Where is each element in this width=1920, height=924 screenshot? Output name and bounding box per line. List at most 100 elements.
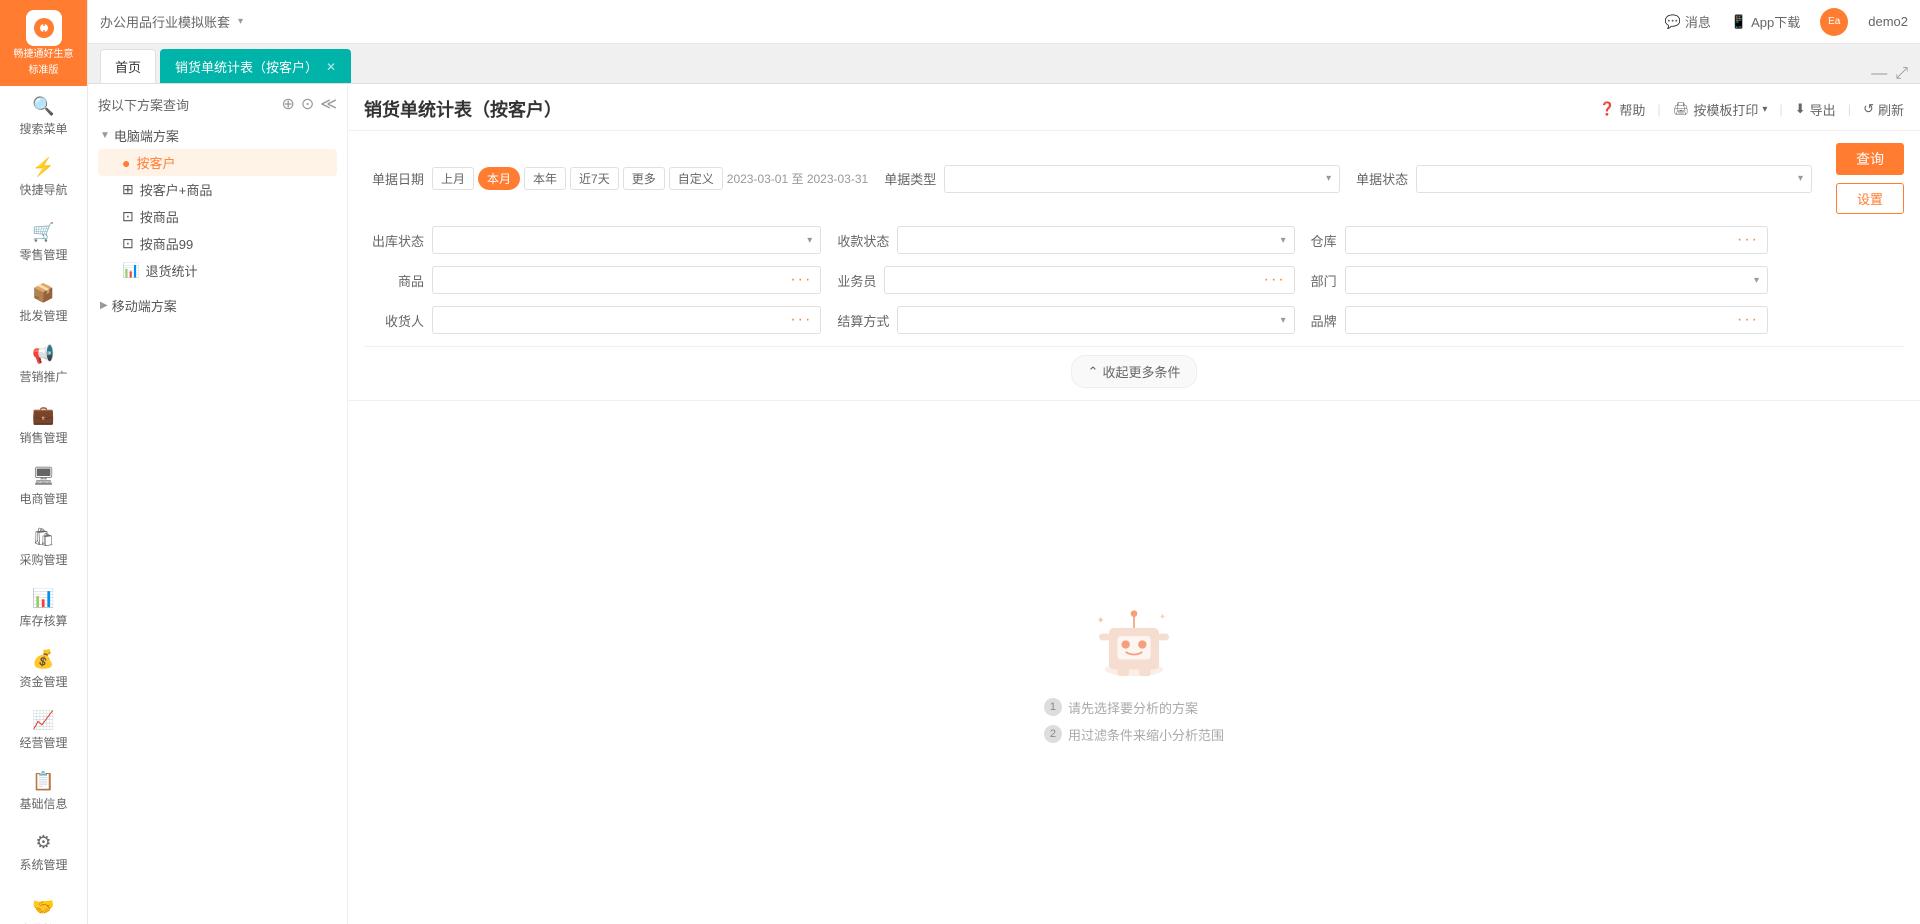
date-btn-last-month[interactable]: 上月 (432, 167, 474, 190)
tree-item-by-product[interactable]: ⊡ 按商品 (98, 203, 337, 230)
warehouse-dots: ··· (1737, 231, 1759, 249)
department-arrow: ▾ (1754, 275, 1759, 286)
left-panel-actions: ⊕ ⊙ ≪ (281, 94, 337, 114)
inventory-icon: 📊 (32, 588, 54, 609)
main-area: 办公用品行业模拟账套 ▾ 💬 消息 📱 App下载 Ea demo2 首页 销货… (88, 0, 1920, 924)
sidebar-item-search[interactable]: 🔍 搜索菜单 (0, 86, 87, 147)
tree-item-by-customer-product[interactable]: ⊞ 按客户+商品 (98, 176, 337, 203)
breadcrumb: 办公用品行业模拟账套 ▾ (100, 12, 1649, 31)
settlement-select[interactable]: ▾ (897, 306, 1294, 334)
tree-item-return-stats[interactable]: 📊 退货统计 (98, 257, 337, 284)
sidebar-item-ecommerce[interactable]: 🖥 电商管理 (0, 456, 87, 517)
settings-button[interactable]: 设置 (1836, 183, 1904, 214)
tree-parent-mobile[interactable]: ▶ 移动端方案 (98, 292, 337, 319)
svg-text:✦: ✦ (1159, 611, 1166, 621)
product-icon: ⊡ (122, 208, 134, 225)
date-btn-this-month[interactable]: 本月 (478, 167, 520, 190)
ship-status-select[interactable]: ▾ (432, 226, 821, 254)
brand-input[interactable]: ··· (1345, 306, 1768, 334)
query-button[interactable]: 查询 (1836, 143, 1904, 175)
tab-home-label: 首页 (115, 57, 141, 76)
tab-home[interactable]: 首页 (100, 49, 156, 83)
tab-minimize-icon[interactable]: — (1871, 65, 1887, 83)
sidebar-item-retail[interactable]: 🛒 零售管理 (0, 212, 87, 273)
salesperson-input[interactable]: ··· (884, 266, 1294, 294)
collapse-conditions-btn[interactable]: ⌃ 收起更多条件 (1071, 355, 1198, 388)
export-btn[interactable]: ⬇ 导出 (1795, 100, 1836, 119)
print-arrow[interactable]: ▾ (1762, 104, 1767, 115)
message-label: 消息 (1685, 12, 1711, 31)
settlement-label: 结算方式 (837, 311, 889, 330)
tree-item-by-customer[interactable]: ● 按客户 (98, 149, 337, 176)
salesperson-label: 业务员 (837, 271, 876, 290)
sidebar-item-operations[interactable]: 📈 经营管理 (0, 700, 87, 761)
print-btn[interactable]: 🖨 按模板打印 ▾ (1673, 100, 1768, 119)
tip-text-1: 请先选择要分析的方案 (1068, 698, 1198, 717)
action-buttons: 查询 设置 (1836, 143, 1904, 214)
department-select[interactable]: ▾ (1345, 266, 1768, 294)
date-btn-custom[interactable]: 自定义 (669, 167, 723, 190)
tree-item-by-customer-label: 按客户 (136, 153, 175, 172)
divider2: | (1779, 102, 1782, 117)
sidebar-item-system[interactable]: ⚙ 系统管理 (0, 822, 87, 883)
sidebar-item-marketing[interactable]: 📢 营销推广 (0, 334, 87, 395)
sidebar-item-finance[interactable]: 💰 资金管理 (0, 639, 87, 700)
date-picker-group: 上月 本月 本年 近7天 更多 自定义 2023-03-01 至 2023-03… (432, 167, 868, 190)
date-btn-more[interactable]: 更多 (623, 167, 665, 190)
print-label: 按模板打印 (1693, 100, 1758, 119)
user-avatar[interactable]: Ea (1820, 8, 1848, 36)
product-input[interactable]: ··· (432, 266, 821, 294)
customer-icon: ● (122, 155, 130, 171)
doc-status-select[interactable]: ▾ (1416, 165, 1812, 193)
message-btn[interactable]: 💬 消息 (1665, 12, 1711, 31)
sidebar-label-wholesale: 批发管理 (19, 307, 67, 324)
tab-sales-stat-label: 销货单统计表（按客户） (175, 57, 318, 76)
empty-illustration: ✦ ✦ (1084, 582, 1184, 682)
tab-sales-stat[interactable]: 销货单统计表（按客户） ✕ (160, 49, 351, 83)
filter-product-col: 商品 ··· (364, 266, 821, 294)
tree-parent-desktop[interactable]: ▼ 电脑端方案 (98, 122, 337, 149)
tree-item-by-product-99[interactable]: ⊡ 按商品99 (98, 230, 337, 257)
filter-ship-status-col: 出库状态 ▾ (364, 226, 821, 254)
search-icon: 🔍 (32, 96, 54, 117)
tab-close-icon[interactable]: ✕ (326, 60, 336, 74)
date-btn-this-year[interactable]: 本年 (524, 167, 566, 190)
breadcrumb-arrow[interactable]: ▾ (238, 16, 243, 27)
tab-maximize-icon[interactable]: ⤢ (1895, 65, 1908, 83)
main-content: ✦ ✦ 1 请先选择要分析的方案 2 用过滤条件来缩小分析范围 (348, 401, 1920, 924)
collapse-icon: ⌃ (1088, 364, 1099, 380)
recipient-label: 收货人 (364, 311, 424, 330)
sidebar-item-quick-nav[interactable]: ⚡ 快捷导航 (0, 147, 87, 208)
app-download-btn[interactable]: 📱 App下载 (1731, 12, 1800, 31)
doc-type-select[interactable]: ▾ (944, 165, 1340, 193)
collapse-panel-btn[interactable]: ≪ (320, 94, 337, 114)
sidebar-item-purchase[interactable]: 🛍 采购管理 (0, 517, 87, 578)
left-panel: 按以下方案查询 ⊕ ⊙ ≪ ▼ 电脑端方案 ● 按客户 ⊞ 按客 (88, 84, 348, 924)
recipient-input[interactable]: ··· (432, 306, 821, 334)
refresh-icon: ↺ (1863, 101, 1874, 117)
add-scheme-btn[interactable]: ⊕ (281, 94, 294, 114)
sidebar-item-enterprise-collab[interactable]: 🤝 企业协同 (0, 887, 87, 924)
sidebar-item-basic[interactable]: 📋 基础信息 (0, 761, 87, 822)
page-title: 销货单统计表（按客户） (364, 96, 562, 122)
edit-scheme-btn[interactable]: ⊙ (301, 94, 314, 114)
tree-mobile-expand-icon: ▶ (100, 300, 108, 311)
sidebar-item-wholesale[interactable]: 📦 批发管理 (0, 273, 87, 334)
empty-state: ✦ ✦ 1 请先选择要分析的方案 2 用过滤条件来缩小分析范围 (1004, 401, 1264, 924)
avatar-initials: Ea (1828, 16, 1840, 27)
filter-doc-type-col: 单据类型 ▾ (884, 165, 1340, 193)
sidebar-item-inventory[interactable]: 📊 库存核算 (0, 578, 87, 639)
sidebar-item-sales[interactable]: 💼 销售管理 (0, 395, 87, 456)
date-btn-last-7-days[interactable]: 近7天 (570, 167, 619, 190)
refresh-btn[interactable]: ↺ 刷新 (1863, 100, 1904, 119)
refresh-label: 刷新 (1878, 100, 1904, 119)
app-logo[interactable]: 畅捷通好生意 标准版 (0, 0, 87, 86)
sidebar-label-inventory: 库存核算 (19, 612, 67, 629)
salesperson-dots: ··· (1264, 271, 1286, 289)
help-btn[interactable]: ❓ 帮助 (1599, 100, 1645, 119)
warehouse-input[interactable]: ··· (1345, 226, 1768, 254)
payment-status-select[interactable]: ▾ (897, 226, 1294, 254)
date-label: 单据日期 (364, 169, 424, 188)
lightning-icon: ⚡ (32, 157, 54, 178)
user-name[interactable]: demo2 (1868, 14, 1908, 29)
